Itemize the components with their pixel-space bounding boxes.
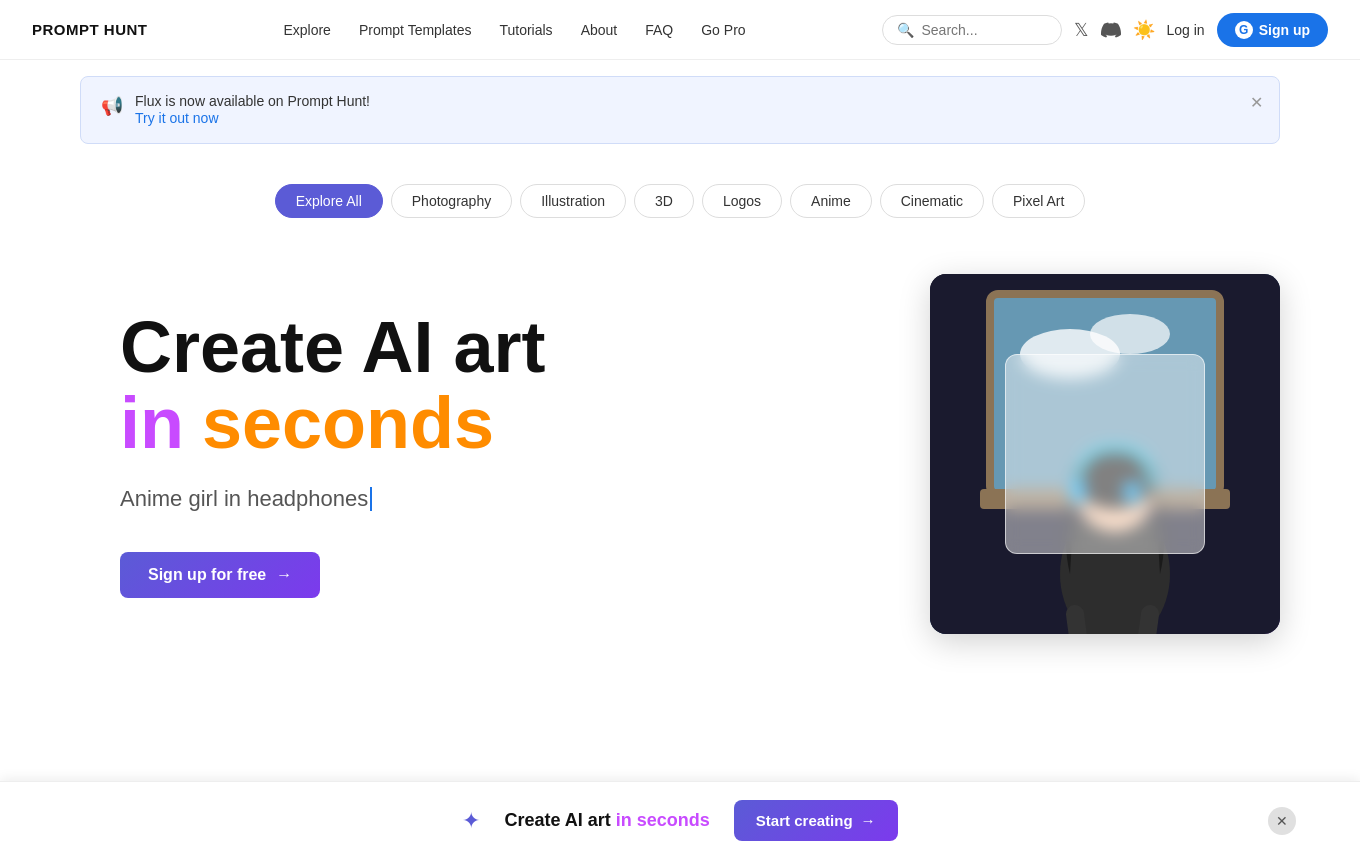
brand-logo: PROMPT HUNT	[32, 21, 148, 38]
search-icon: 🔍	[897, 22, 914, 38]
nav-right: 🔍 𝕏 ☀️ Log in G Sign up	[882, 13, 1328, 47]
tab-cinematic[interactable]: Cinematic	[880, 184, 984, 218]
search-input[interactable]	[922, 22, 1047, 38]
banner-close-button[interactable]: ✕	[1250, 93, 1263, 112]
hero-seconds-word: seconds	[202, 386, 494, 462]
banner-content: Flux is now available on Prompt Hunt! Tr…	[135, 93, 370, 127]
tab-3d[interactable]: 3D	[634, 184, 694, 218]
announcement-banner: 📢 Flux is now available on Prompt Hunt! …	[80, 76, 1280, 144]
hero-image-area	[930, 274, 1280, 634]
theme-toggle-icon[interactable]: ☀️	[1133, 19, 1155, 41]
twitter-icon[interactable]: 𝕏	[1074, 19, 1089, 41]
tab-explore-all[interactable]: Explore All	[275, 184, 383, 218]
hero-title-line1: Create AI art	[120, 310, 640, 386]
hero-image	[930, 274, 1280, 634]
banner-icon: 📢	[101, 95, 123, 117]
hero-image-bg	[930, 274, 1280, 634]
hero-cta-arrow: →	[276, 566, 292, 584]
nav-explore[interactable]: Explore	[283, 22, 330, 38]
cursor-blink	[370, 487, 372, 511]
nav-faq[interactable]: FAQ	[645, 22, 673, 38]
tab-logos[interactable]: Logos	[702, 184, 782, 218]
category-tabs: Explore All Photography Illustration 3D …	[0, 160, 1360, 234]
tab-photography[interactable]: Photography	[391, 184, 512, 218]
tab-illustration[interactable]: Illustration	[520, 184, 626, 218]
hero-title-line2: in seconds	[120, 386, 640, 462]
google-icon: G	[1235, 21, 1253, 39]
nav-tutorials[interactable]: Tutorials	[499, 22, 552, 38]
svg-point-4	[1090, 314, 1170, 354]
hero-prompt-display: Anime girl in headphones	[120, 486, 640, 512]
nav-links: Explore Prompt Templates Tutorials About…	[283, 22, 745, 38]
discord-icon[interactable]	[1101, 20, 1121, 40]
search-bar[interactable]: 🔍	[882, 15, 1062, 45]
tab-pixel-art[interactable]: Pixel Art	[992, 184, 1085, 218]
nav-prompt-templates[interactable]: Prompt Templates	[359, 22, 472, 38]
login-button[interactable]: Log in	[1167, 22, 1205, 38]
hero-cta-label: Sign up for free	[148, 566, 266, 584]
navbar: PROMPT HUNT Explore Prompt Templates Tut…	[0, 0, 1360, 60]
signup-button[interactable]: G Sign up	[1217, 13, 1328, 47]
frosted-card	[1005, 354, 1205, 554]
hero-cta-button[interactable]: Sign up for free →	[120, 552, 320, 598]
hero-content: Create AI art in seconds Anime girl in h…	[120, 310, 640, 597]
banner-message: Flux is now available on Prompt Hunt!	[135, 93, 370, 109]
banner-link[interactable]: Try it out now	[135, 110, 219, 126]
tab-anime[interactable]: Anime	[790, 184, 872, 218]
hero-prompt-text: Anime girl in headphones	[120, 486, 368, 512]
hero-in-word: in	[120, 386, 184, 462]
hero-section: Create AI art in seconds Anime girl in h…	[0, 234, 1360, 694]
nav-go-pro[interactable]: Go Pro	[701, 22, 745, 38]
nav-about[interactable]: About	[581, 22, 618, 38]
